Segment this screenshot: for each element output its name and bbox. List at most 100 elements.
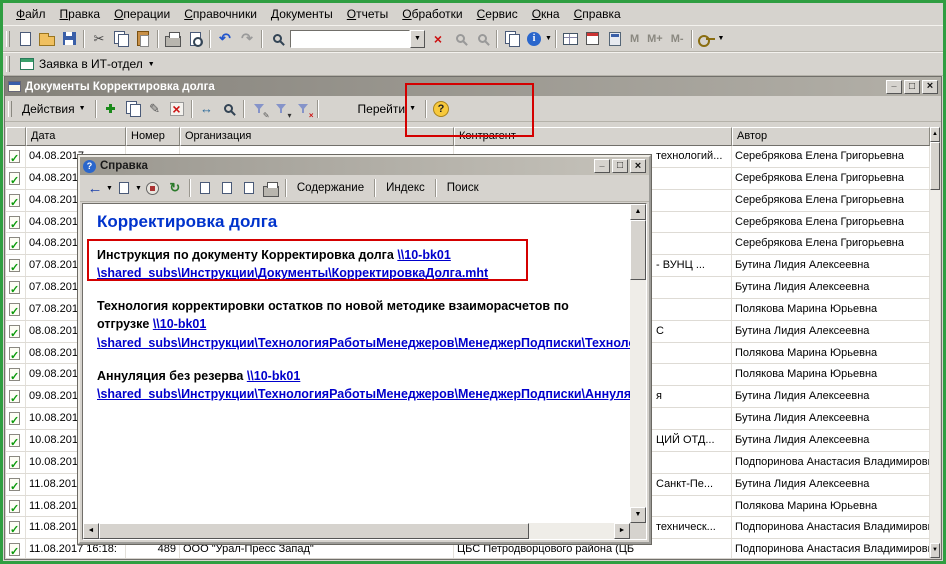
stop-button[interactable] — [142, 177, 164, 199]
copy-button[interactable] — [110, 28, 132, 50]
refresh-button[interactable] — [196, 98, 218, 120]
print-button[interactable] — [162, 28, 184, 50]
find-button[interactable] — [266, 28, 288, 50]
filter-button[interactable] — [270, 98, 292, 120]
menu-item-6[interactable]: Отчеты — [340, 5, 396, 23]
menu-item-5[interactable]: Документы — [264, 5, 340, 23]
contents-button[interactable]: Содержание — [290, 179, 371, 197]
menu-item-3[interactable]: Операции — [107, 5, 177, 23]
help-link-server[interactable]: \\10-bk01 — [397, 248, 451, 262]
maximize-button[interactable] — [612, 159, 628, 173]
calendar-button[interactable] — [582, 28, 604, 50]
find-next-button[interactable] — [449, 28, 471, 50]
help-window-titlebar[interactable]: Справка — [80, 157, 649, 175]
scroll-up-icon[interactable] — [930, 127, 940, 142]
menu-item-4[interactable]: Справочники — [177, 5, 264, 23]
column-header-icon[interactable] — [6, 127, 26, 146]
memory-plus-button[interactable]: М+ — [643, 33, 667, 45]
redo-button[interactable] — [236, 28, 258, 50]
table-vertical-scrollbar[interactable] — [930, 127, 940, 558]
copy-item-button[interactable] — [122, 98, 144, 120]
menu-item-1[interactable]: Файл — [9, 5, 53, 23]
index-button[interactable]: Индекс — [379, 179, 432, 197]
paste-button[interactable] — [132, 28, 154, 50]
memory-minus-button[interactable]: М- — [667, 33, 688, 45]
scroll-down-icon[interactable] — [930, 543, 940, 558]
chevron-down-icon[interactable] — [718, 35, 725, 42]
help-link-path[interactable]: \shared_subs\Инструкции\ТехнологияРаботы… — [97, 387, 630, 401]
scrollbar-thumb[interactable] — [99, 523, 529, 539]
add-button[interactable] — [100, 98, 122, 120]
scrollbar-thumb[interactable] — [930, 142, 940, 190]
actions-menu-button[interactable]: Действия — [16, 99, 92, 119]
scroll-right-icon[interactable] — [614, 523, 630, 539]
menu-item-7[interactable]: Обработки — [395, 5, 469, 23]
help-horizontal-scrollbar[interactable] — [83, 523, 630, 539]
help-link-path[interactable]: \shared_subs\Инструкции\ТехнологияРаботы… — [97, 336, 630, 350]
help-link-server[interactable]: \\10-bk01 — [247, 369, 301, 383]
documents-list-button[interactable] — [501, 28, 523, 50]
cut-button[interactable] — [88, 28, 110, 50]
menu-item-2[interactable]: Правка — [53, 5, 108, 23]
search-input[interactable] — [290, 29, 410, 48]
print-button[interactable] — [260, 177, 282, 199]
help-button[interactable] — [430, 98, 452, 120]
column-header-contragent[interactable]: Контрагент — [454, 127, 732, 146]
search-button[interactable]: Поиск — [440, 179, 486, 197]
documents-window-titlebar[interactable]: Документы Корректировка долга — [5, 77, 941, 96]
close-button[interactable] — [922, 79, 938, 94]
refresh-button[interactable] — [164, 177, 186, 199]
help-vertical-scrollbar[interactable] — [630, 204, 646, 523]
service-settings-button[interactable] — [696, 28, 718, 50]
clear-filter-button[interactable] — [292, 98, 314, 120]
chevron-down-icon[interactable] — [106, 185, 113, 192]
menu-item-9[interactable]: Окна — [525, 5, 567, 23]
it-request-button[interactable]: Заявка в ИТ-отдел — [14, 55, 161, 73]
calculator-button[interactable] — [604, 28, 626, 50]
edit-button[interactable] — [144, 98, 166, 120]
memory-button[interactable]: М — [626, 33, 643, 45]
combo-dropdown-button[interactable] — [410, 29, 425, 48]
column-header-date[interactable]: Дата — [26, 127, 126, 146]
minimize-button[interactable] — [594, 159, 610, 173]
info-button[interactable] — [523, 28, 545, 50]
chevron-down-icon[interactable] — [135, 185, 142, 192]
sync-contents-button[interactable] — [194, 177, 216, 199]
print-preview-button[interactable] — [184, 28, 206, 50]
table-board-button[interactable] — [560, 28, 582, 50]
go-menu-button[interactable]: Перейти — [352, 99, 423, 119]
scroll-up-icon[interactable] — [630, 204, 646, 220]
find-previous-button[interactable] — [471, 28, 493, 50]
column-header-organization[interactable]: Организация — [180, 127, 454, 146]
filter-settings-button[interactable] — [248, 98, 270, 120]
open-button[interactable] — [36, 28, 58, 50]
next-topic-button[interactable] — [238, 177, 260, 199]
delete-button[interactable] — [166, 98, 188, 120]
help-icon — [433, 100, 450, 117]
undo-button[interactable] — [214, 28, 236, 50]
previous-topic-button[interactable] — [216, 177, 238, 199]
menu-item-10[interactable]: Справка — [567, 5, 628, 23]
calculator-icon — [608, 31, 621, 46]
help-link-server[interactable]: \\10-bk01 — [153, 317, 207, 331]
column-header-author[interactable]: Автор — [732, 127, 930, 146]
back-button[interactable] — [84, 177, 106, 199]
minimize-button[interactable] — [886, 79, 902, 94]
scroll-down-icon[interactable] — [630, 507, 646, 523]
scroll-left-icon[interactable] — [83, 523, 99, 539]
chevron-down-icon[interactable] — [545, 35, 552, 42]
toolbar-grip[interactable] — [8, 100, 12, 117]
menu-item-8[interactable]: Сервис — [470, 5, 525, 23]
toolbar-grip[interactable] — [6, 30, 10, 47]
scrollbar-thumb[interactable] — [630, 220, 646, 280]
close-button[interactable] — [630, 159, 646, 173]
column-header-number[interactable]: Номер — [126, 127, 180, 146]
find-in-list-button[interactable] — [218, 98, 240, 120]
help-link-path[interactable]: \shared_subs\Инструкции\Документы\Коррек… — [97, 266, 488, 280]
new-document-button[interactable] — [14, 28, 36, 50]
view-button[interactable] — [113, 177, 135, 199]
restore-button[interactable] — [904, 79, 920, 94]
toolbar-grip[interactable] — [6, 56, 10, 72]
save-button[interactable] — [58, 28, 80, 50]
clear-search-button[interactable] — [427, 28, 449, 50]
